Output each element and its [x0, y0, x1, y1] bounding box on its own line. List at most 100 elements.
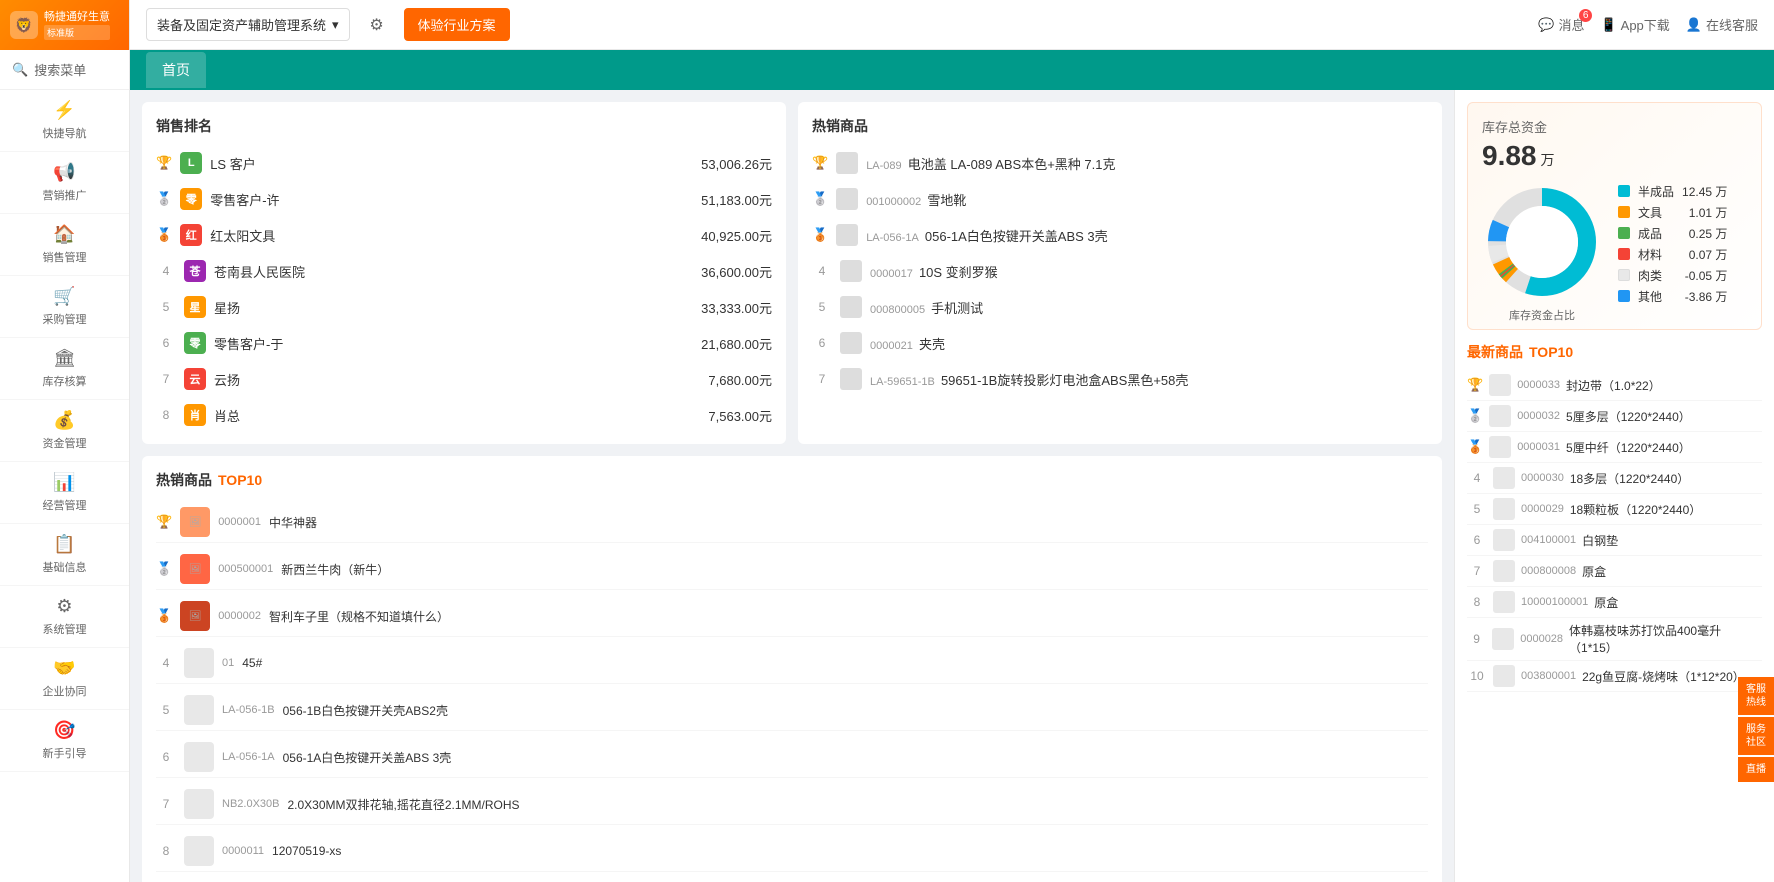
- finance-icon: 💰: [53, 410, 75, 431]
- title-text: 最新商品: [1467, 342, 1523, 362]
- basic-icon: 📋: [53, 534, 75, 555]
- list-item: 5 LA-056-1B 056-1B白色按键开关壳ABS2壳: [156, 690, 1428, 731]
- product-info: LA-089 电池盖 LA-089 ABS本色+黑种 7.1克: [866, 154, 1428, 173]
- product-img: [836, 152, 858, 174]
- inventory-icon: 🏛: [53, 348, 76, 369]
- sidebar-item-purchase[interactable]: 🛒 采购管理: [0, 276, 129, 338]
- new-products-list: 🏆 0000033 封边带（1.0*22） 🥈 0000032 5厘多层（122…: [1467, 370, 1762, 692]
- list-item: 7 NB2.0X30B 2.0X30MM双排花轴,摇花直径2.1MM/ROHS: [156, 784, 1428, 825]
- legend-name: 肉类: [1638, 267, 1677, 284]
- rank-num: 5: [1467, 502, 1487, 516]
- new-products-title: 最新商品 TOP10: [1467, 342, 1762, 362]
- list-item: 8 0000011 12070519-xs: [156, 831, 1428, 872]
- sidebar-item-collab[interactable]: 🤝 企业协同: [0, 648, 129, 710]
- list-item: 5 0000029 18颗粒板（1220*2440）: [1467, 494, 1762, 525]
- service-icon: 👤: [1686, 17, 1702, 33]
- sidebar-item-guide[interactable]: 🎯 新手引导: [0, 710, 129, 772]
- sidebar-item-inventory[interactable]: 🏛 库存核算: [0, 338, 129, 400]
- list-item: 9 0000028 体韩嘉枝味苏打饮品400毫升（1*15）: [1467, 618, 1762, 661]
- rank-name: LS 客户: [210, 154, 693, 173]
- product-code: 0000001: [218, 516, 261, 528]
- main-area: 装备及固定资产辅助管理系统 ▾ ⚙ 体验行业方案 💬 消息 6 📱 App下载 …: [130, 0, 1774, 882]
- product-name: 智利车子里（规格不知道填什么）: [269, 608, 449, 625]
- rank-badge: 苍: [184, 260, 206, 282]
- logo-icon: 🦁: [10, 11, 38, 39]
- rank-num: 5: [156, 703, 176, 717]
- list-item: 🥈 001000002 雪地靴: [812, 184, 1428, 214]
- purchase-label: 采购管理: [43, 311, 87, 327]
- list-item: 10 003800001 22g鱼豆腐-烧烤味（1*12*20）: [1467, 661, 1762, 692]
- product-name: 新西兰牛肉（新牛）: [281, 561, 389, 578]
- medal-icon: 🥉: [1467, 439, 1483, 455]
- rank-num: 7: [156, 797, 176, 811]
- guide-icon: 🎯: [53, 720, 75, 741]
- donut-chart: 库存资金占比: [1482, 182, 1602, 305]
- sidebar-item-operation[interactable]: 📊 经营管理: [0, 462, 129, 524]
- quick-icon: ⚡: [53, 100, 75, 121]
- medal-icon: 🏆: [812, 155, 828, 171]
- list-item: 6 004100001 白钢垫: [1467, 525, 1762, 556]
- legend-item: 成品 0.25 万: [1618, 225, 1727, 242]
- sidebar-item-system[interactable]: ⚙ 系统管理: [0, 586, 129, 648]
- title-text: 热销商品: [812, 116, 868, 136]
- product-code: 0000031: [1517, 441, 1560, 453]
- sales-icon: 🏠: [53, 224, 75, 245]
- product-code: 0000011: [222, 845, 264, 857]
- rank-num: 9: [1467, 632, 1486, 646]
- logo-subtitle: 标准版: [44, 25, 110, 40]
- product-img: [184, 648, 214, 678]
- guide-label: 新手引导: [43, 745, 87, 761]
- rank-num: 4: [156, 264, 176, 278]
- list-item: 5 000800005 手机测试: [812, 292, 1428, 322]
- operation-label: 经营管理: [43, 497, 87, 513]
- sidebar-item-quick[interactable]: ⚡ 快捷导航: [0, 90, 129, 152]
- sales-label: 销售管理: [43, 249, 87, 265]
- product-name: 12070519-xs: [272, 844, 341, 858]
- search-menu[interactable]: 🔍 搜索菜单: [0, 50, 129, 90]
- tab-home[interactable]: 首页: [146, 52, 206, 88]
- rank-amount: 7,563.00元: [708, 406, 772, 425]
- rank-num: 7: [1467, 564, 1487, 578]
- trial-button[interactable]: 体验行业方案: [404, 8, 510, 41]
- list-item: 9 KK-SD22110H 花语萌恒温分腿睡袋（厚款）: [156, 878, 1428, 882]
- collab-label: 企业协同: [43, 683, 87, 699]
- system-selector[interactable]: 装备及固定资产辅助管理系统 ▾: [146, 8, 350, 41]
- logo-title: 畅捷通好生意: [44, 10, 110, 24]
- product-img: [1493, 498, 1515, 520]
- app-download-button[interactable]: 📱 App下载: [1600, 15, 1669, 34]
- basic-label: 基础信息: [43, 559, 87, 575]
- logo: 🦁 畅捷通好生意 标准版: [0, 0, 129, 50]
- top-header: 装备及固定资产辅助管理系统 ▾ ⚙ 体验行业方案 💬 消息 6 📱 App下载 …: [130, 0, 1774, 50]
- search-icon: 🔍: [12, 62, 28, 78]
- rank-num: 7: [156, 372, 176, 386]
- live-button[interactable]: 直播: [1738, 757, 1774, 782]
- product-img: 🖼: [180, 601, 210, 631]
- rank-badge: 肖: [184, 404, 206, 426]
- service-community-button[interactable]: 服务社区: [1738, 717, 1774, 755]
- legend-value: 0.25 万: [1689, 225, 1728, 242]
- rank-num: 5: [812, 300, 832, 314]
- list-item: 6 LA-056-1A 056-1A白色按键开关盖ABS 3壳: [156, 737, 1428, 778]
- rank-num: 4: [156, 656, 176, 670]
- rank-name: 星扬: [214, 298, 693, 317]
- system-name: 装备及固定资产辅助管理系统: [157, 15, 326, 34]
- sidebar-item-finance[interactable]: 💰 资金管理: [0, 400, 129, 462]
- product-code: LA-056-1B: [222, 704, 275, 716]
- customer-hotline-button[interactable]: 客服热线: [1738, 677, 1774, 715]
- product-info: LA-59651-1B 59651-1B旋转投影灯电池盒ABS黑色+58壳: [870, 370, 1428, 389]
- product-img: [1493, 591, 1515, 613]
- message-button[interactable]: 💬 消息 6: [1538, 15, 1584, 34]
- sidebar-item-basic[interactable]: 📋 基础信息: [0, 524, 129, 586]
- sidebar-item-sales[interactable]: 🏠 销售管理: [0, 214, 129, 276]
- legend-item: 肉类 -0.05 万: [1618, 267, 1727, 284]
- list-item: 🥈 🖼 000500001 新西兰牛肉（新牛）: [156, 549, 1428, 590]
- sidebar-item-marketing[interactable]: 📢 营销推广: [0, 152, 129, 214]
- product-code: 0000032: [1517, 410, 1560, 422]
- content-main: 销售排名 🏆 L LS 客户 53,006.26元 🥈 零 零售客户-许: [130, 90, 1454, 882]
- customer-service-button[interactable]: 👤 在线客服: [1686, 15, 1758, 34]
- product-img: [1493, 529, 1515, 551]
- product-info: 0000021 夹壳: [870, 334, 1428, 353]
- rank-amount: 40,925.00元: [701, 226, 772, 245]
- settings-button[interactable]: ⚙: [362, 10, 392, 40]
- sales-rank-list: 🏆 L LS 客户 53,006.26元 🥈 零 零售客户-许 51,183.0…: [156, 148, 772, 430]
